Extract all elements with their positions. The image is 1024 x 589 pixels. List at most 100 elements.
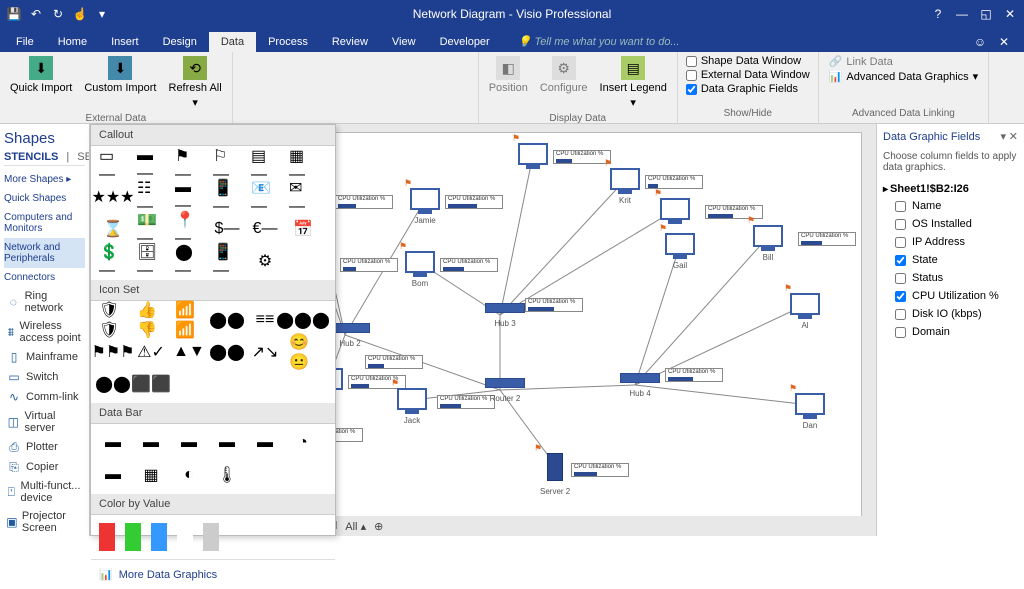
vertical-scrollbar[interactable]: [862, 132, 876, 516]
data-graphic-option[interactable]: ⚙: [251, 250, 279, 272]
redo-icon[interactable]: ↻: [48, 4, 68, 24]
shape-data-window-checkbox[interactable]: Shape Data Window: [684, 54, 812, 68]
menu-view[interactable]: View: [380, 32, 428, 52]
data-graphic-option[interactable]: ▲▼: [175, 341, 203, 363]
network-node-pc[interactable]: ⚑Al: [790, 293, 820, 330]
data-graphic-option[interactable]: 🛡🛡: [99, 309, 127, 331]
menu-process[interactable]: Process: [256, 32, 320, 52]
field-checkbox[interactable]: Disk IO (kbps): [883, 305, 1018, 323]
network-node-hub[interactable]: Router 2: [485, 378, 525, 403]
field-checkbox[interactable]: State: [883, 251, 1018, 269]
data-graphic-option[interactable]: ▦: [137, 464, 165, 486]
network-node-pc[interactable]: ⚑: [518, 143, 548, 171]
search-tab[interactable]: SEARCH: [77, 151, 90, 163]
qat-more-icon[interactable]: ▾: [92, 4, 112, 24]
data-graphic-option[interactable]: ✉—: [289, 186, 317, 208]
network-node-pc[interactable]: ⚑Jack: [397, 388, 427, 425]
data-graphic-option[interactable]: ⚠✓: [137, 341, 165, 363]
menu-design[interactable]: Design: [151, 32, 209, 52]
data-graphic-option[interactable]: ⬛⬛: [137, 373, 165, 395]
data-graphic-option[interactable]: $—: [213, 218, 241, 240]
advanced-data-graphics-button[interactable]: 📊 Advanced Data Graphics ▾: [825, 69, 983, 84]
shape-section[interactable]: More Shapes ▸: [4, 170, 85, 189]
close-icon[interactable]: ✕: [994, 32, 1014, 52]
minimize-icon[interactable]: —: [952, 4, 972, 24]
data-graphic-option[interactable]: 🗄—: [137, 250, 165, 272]
all-tab[interactable]: All ▴: [345, 520, 366, 533]
save-icon[interactable]: 💾: [4, 4, 24, 24]
custom-import-button[interactable]: ⬇Custom Import: [80, 54, 160, 96]
network-node-pc[interactable]: ⚑Bom: [405, 251, 435, 288]
insert-legend-button[interactable]: ▤Insert Legend ▾: [596, 54, 671, 111]
data-graphic-option[interactable]: 📅: [289, 218, 317, 240]
help-icon[interactable]: ?: [928, 4, 948, 24]
stencil-item[interactable]: ⎘Copier: [4, 457, 85, 477]
data-graphic-option[interactable]: 💵—: [137, 218, 165, 240]
sheet-range[interactable]: ▸ Sheet1!$B2:I26: [883, 181, 1018, 197]
data-graphic-fields-checkbox[interactable]: Data Graphic Fields: [684, 82, 812, 96]
data-graphic-option[interactable]: ▭—: [99, 154, 127, 176]
data-graphic-option[interactable]: ▬: [251, 432, 279, 454]
stencil-item[interactable]: ▯Mainframe: [4, 347, 85, 367]
stencil-item[interactable]: ∿Comm-link: [4, 387, 85, 407]
stencil-item[interactable]: ◫Virtual server: [4, 407, 85, 437]
data-graphic-option[interactable]: ≡≡: [251, 309, 279, 331]
chevron-down-icon[interactable]: ▾: [1000, 131, 1006, 143]
data-graphic-option[interactable]: ⌛: [99, 218, 127, 240]
data-graphic-option[interactable]: 📶📶: [175, 309, 203, 331]
stencil-item[interactable]: ◌Ring network: [4, 287, 85, 317]
data-graphic-option[interactable]: ⚑⚑⚑: [99, 341, 127, 363]
stencil-item[interactable]: ▣Projector Screen: [4, 507, 85, 536]
data-graphic-option[interactable]: ⬤⬤: [99, 373, 127, 395]
menu-file[interactable]: File: [4, 32, 46, 52]
data-graphic-option[interactable]: ★★★: [99, 186, 127, 208]
field-checkbox[interactable]: OS Installed: [883, 215, 1018, 233]
menu-data[interactable]: Data: [209, 32, 256, 52]
data-graphic-option[interactable]: 📱—: [213, 186, 241, 208]
stencil-item[interactable]: ⩩Wireless access point: [4, 317, 85, 347]
field-checkbox[interactable]: IP Address: [883, 233, 1018, 251]
quick-import-button[interactable]: ⬇Quick Import: [6, 54, 76, 96]
data-graphic-option[interactable]: 📍—: [175, 218, 203, 240]
network-node-pc[interactable]: ⚑Gail: [665, 233, 695, 270]
color-swatch[interactable]: [99, 523, 115, 551]
restore-icon[interactable]: ◱: [976, 4, 996, 24]
shape-section[interactable]: Computers and Monitors: [4, 208, 85, 238]
data-graphic-option[interactable]: ▬: [137, 432, 165, 454]
data-graphic-option[interactable]: ◐: [175, 464, 203, 486]
network-node-pc[interactable]: ⚑Bill: [753, 225, 783, 262]
data-graphic-option[interactable]: ▬: [213, 432, 241, 454]
network-node-server[interactable]: ⚑Server 2: [540, 453, 570, 496]
stencil-item[interactable]: ⎙Plotter: [4, 437, 85, 457]
data-graphic-option[interactable]: 😊😐: [289, 341, 317, 363]
stencils-tab[interactable]: STENCILS: [4, 151, 58, 163]
color-swatch[interactable]: [151, 523, 167, 551]
field-checkbox[interactable]: Name: [883, 197, 1018, 215]
network-node-pc[interactable]: ⚑: [660, 198, 690, 226]
data-graphic-option[interactable]: ⬤⬤⬤: [289, 309, 317, 331]
add-sheet-icon[interactable]: ⊕: [374, 520, 383, 533]
data-graphic-option[interactable]: 🌡: [213, 464, 241, 486]
field-checkbox[interactable]: CPU Utilization %: [883, 287, 1018, 305]
shape-section[interactable]: Network and Peripherals: [4, 238, 85, 268]
network-node-hub[interactable]: Hub 2: [330, 323, 370, 348]
stencil-item[interactable]: ▭Switch: [4, 367, 85, 387]
data-graphic-option[interactable]: ▤—: [251, 154, 279, 176]
tell-me-search[interactable]: 💡 Tell me what you want to do...: [510, 31, 688, 52]
data-graphic-option[interactable]: ↗↘: [251, 341, 279, 363]
data-graphic-option[interactable]: ⬤⬤: [213, 341, 241, 363]
stencil-item[interactable]: ⍞Multi-funct... device: [4, 477, 85, 507]
refresh-all-button[interactable]: ⟲Refresh All ▾: [165, 54, 226, 111]
more-data-graphics-button[interactable]: 📊 More Data Graphics: [91, 559, 335, 589]
smiley-icon[interactable]: ☺: [970, 32, 990, 52]
menu-review[interactable]: Review: [320, 32, 380, 52]
shape-section[interactable]: Quick Shapes: [4, 189, 85, 208]
field-checkbox[interactable]: Status: [883, 269, 1018, 287]
data-graphic-option[interactable]: ⬤—: [175, 250, 203, 272]
field-checkbox[interactable]: Domain: [883, 323, 1018, 341]
network-node-pc[interactable]: ⚑Dan: [795, 393, 825, 430]
menu-home[interactable]: Home: [46, 32, 99, 52]
network-node-pc[interactable]: ⚑Jamie: [410, 188, 440, 225]
data-graphic-option[interactable]: ▬—: [137, 154, 165, 176]
external-data-window-checkbox[interactable]: External Data Window: [684, 68, 812, 82]
